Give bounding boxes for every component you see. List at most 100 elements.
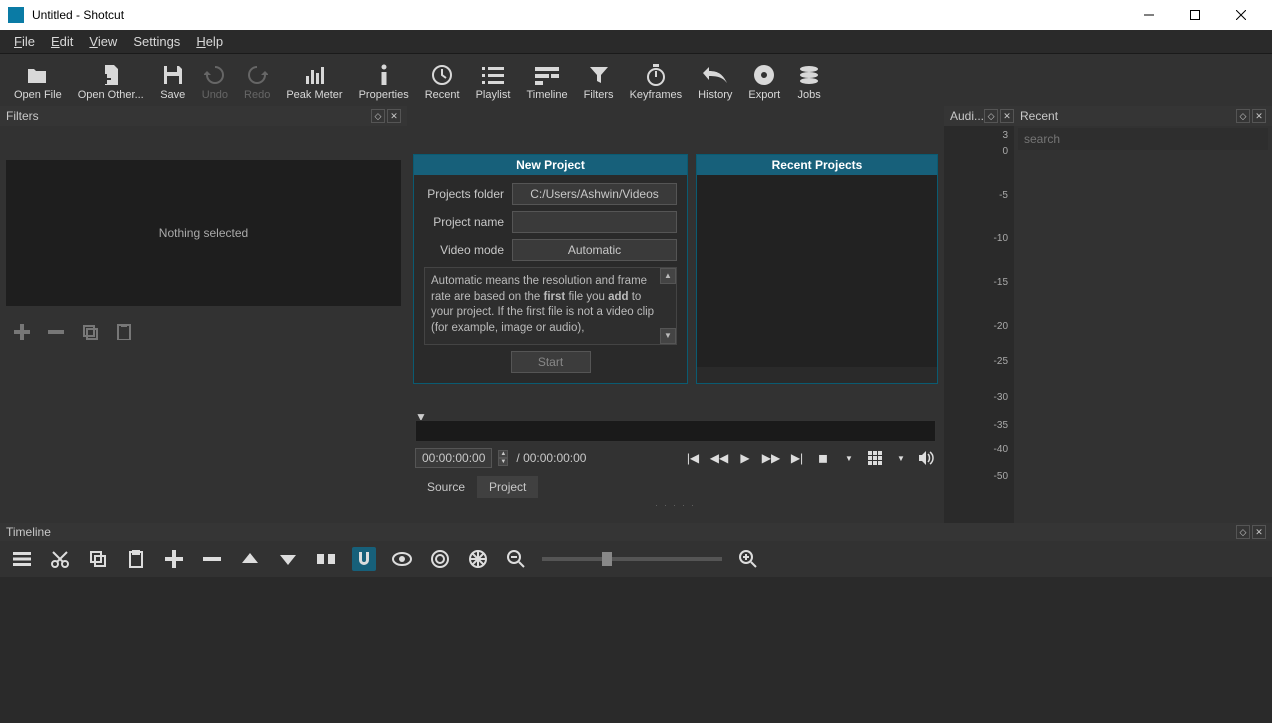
clock-icon [431, 62, 453, 88]
titlebar: Untitled - Shotcut [0, 0, 1272, 30]
zoom-out-button[interactable] [504, 547, 528, 571]
play-button[interactable]: ▶ [736, 449, 754, 467]
close-button[interactable] [1218, 0, 1264, 30]
save-icon [162, 62, 184, 88]
timeline-close-button[interactable]: ✕ [1252, 525, 1266, 539]
folder-open-icon [26, 62, 50, 88]
rewind-button[interactable]: ◀◀ [710, 449, 728, 467]
skip-previous-button[interactable]: |◀ [684, 449, 702, 467]
desc-scroll-down[interactable]: ▼ [660, 328, 676, 344]
resize-handle[interactable]: . . . . . [415, 498, 936, 508]
window-title: Untitled - Shotcut [32, 8, 1126, 22]
remove-button[interactable] [200, 547, 224, 571]
snap-button[interactable] [352, 547, 376, 571]
audio-undock-button[interactable]: ◇ [984, 109, 998, 123]
zoom-slider[interactable] [542, 557, 722, 561]
recent-search-input[interactable] [1018, 128, 1268, 150]
recent-projects-list[interactable] [697, 175, 937, 367]
export-button[interactable]: Export [742, 60, 786, 103]
projects-folder-select[interactable]: C:/Users/Ashwin/Videos [512, 183, 677, 205]
audio-meter-panel: Audi... ◇ ✕ 3 0 -5 -10 -15 -20 -25 -30 -… [944, 106, 1014, 523]
minimize-button[interactable] [1126, 0, 1172, 30]
keyframes-button[interactable]: Keyframes [624, 60, 689, 103]
jobs-button[interactable]: Jobs [790, 60, 828, 103]
menu-file[interactable]: File [6, 31, 43, 52]
main-area: Filters ◇ ✕ Nothing selected New Project [0, 106, 1272, 523]
zoom-dropdown[interactable]: ▼ [840, 449, 858, 467]
recent-undock-button[interactable]: ◇ [1236, 109, 1250, 123]
grid-dropdown[interactable]: ▼ [892, 449, 910, 467]
timeline-tracks[interactable] [0, 577, 1272, 723]
history-button[interactable]: History [692, 60, 738, 103]
properties-button[interactable]: Properties [353, 60, 415, 103]
recent-close-button[interactable]: ✕ [1252, 109, 1266, 123]
timeline-button[interactable]: Timeline [520, 60, 573, 103]
new-project-header: New Project [414, 155, 687, 175]
project-name-input[interactable] [512, 211, 677, 233]
open-file-button[interactable]: Open File [8, 60, 68, 103]
menu-edit[interactable]: Edit [43, 31, 81, 52]
menubar: File Edit View Settings Help [0, 30, 1272, 54]
time-step-up[interactable]: ▲ [498, 450, 508, 458]
redo-button[interactable]: Redo [238, 60, 276, 103]
ripple-all-button[interactable] [466, 547, 490, 571]
grid-button[interactable] [866, 449, 884, 467]
cut-button[interactable] [48, 547, 72, 571]
append-button[interactable] [162, 547, 186, 571]
fast-forward-button[interactable]: ▶▶ [762, 449, 780, 467]
timeline-title: Timeline [6, 525, 1236, 539]
zoom-in-button[interactable] [736, 547, 760, 571]
timeline-toolbar [0, 541, 1272, 577]
window-controls [1126, 0, 1264, 30]
video-mode-label: Video mode [424, 243, 504, 257]
paste-filter-button[interactable] [112, 320, 136, 344]
audio-close-button[interactable]: ✕ [1000, 109, 1014, 123]
copy-filter-button[interactable] [78, 320, 102, 344]
undo-button[interactable]: Undo [196, 60, 234, 103]
peak-meter-button[interactable]: Peak Meter [280, 60, 348, 103]
ripple-button[interactable] [428, 547, 452, 571]
start-button[interactable]: Start [511, 351, 591, 373]
current-time-input[interactable]: 00:00:00:00 [415, 448, 492, 468]
zoom-fit-button[interactable]: ◼ [814, 449, 832, 467]
copy-button[interactable] [86, 547, 110, 571]
menu-settings[interactable]: Settings [125, 31, 188, 52]
time-step-down[interactable]: ▼ [498, 458, 508, 466]
filters-close-button[interactable]: ✕ [387, 109, 401, 123]
source-tab[interactable]: Source [415, 476, 477, 498]
scrub-audio-button[interactable] [390, 547, 414, 571]
video-mode-description: Automatic means the resolution and frame… [424, 267, 677, 345]
scrub-bar[interactable] [415, 420, 936, 442]
filters-undock-button[interactable]: ◇ [371, 109, 385, 123]
volume-button[interactable] [918, 449, 936, 467]
maximize-button[interactable] [1172, 0, 1218, 30]
zoom-slider-handle[interactable] [602, 552, 612, 566]
menu-view[interactable]: View [81, 31, 125, 52]
recent-button[interactable]: Recent [419, 60, 466, 103]
desc-scroll-up[interactable]: ▲ [660, 268, 676, 284]
timeline-menu-button[interactable] [10, 547, 34, 571]
filters-body: Nothing selected [0, 126, 407, 523]
lift-button[interactable] [238, 547, 262, 571]
overwrite-button[interactable] [276, 547, 300, 571]
redo-icon [246, 62, 268, 88]
open-other-button[interactable]: Open Other... [72, 60, 150, 103]
save-button[interactable]: Save [154, 60, 192, 103]
timeline-icon [535, 62, 559, 88]
skip-next-button[interactable]: ▶| [788, 449, 806, 467]
project-tab[interactable]: Project [477, 476, 538, 498]
audio-meter: 3 0 -5 -10 -15 -20 -25 -30 -35 -40 -50 [944, 126, 1014, 523]
timeline-section: Timeline ◇ ✕ [0, 523, 1272, 723]
video-mode-select[interactable]: Automatic [512, 239, 677, 261]
timeline-undock-button[interactable]: ◇ [1236, 525, 1250, 539]
menu-help[interactable]: Help [188, 31, 231, 52]
stopwatch-icon [645, 62, 667, 88]
remove-filter-button[interactable] [44, 320, 68, 344]
undo-icon [204, 62, 226, 88]
paste-button[interactable] [124, 547, 148, 571]
filters-button[interactable]: Filters [578, 60, 620, 103]
split-button[interactable] [314, 547, 338, 571]
playlist-button[interactable]: Playlist [470, 60, 517, 103]
funnel-icon [589, 62, 609, 88]
add-filter-button[interactable] [10, 320, 34, 344]
